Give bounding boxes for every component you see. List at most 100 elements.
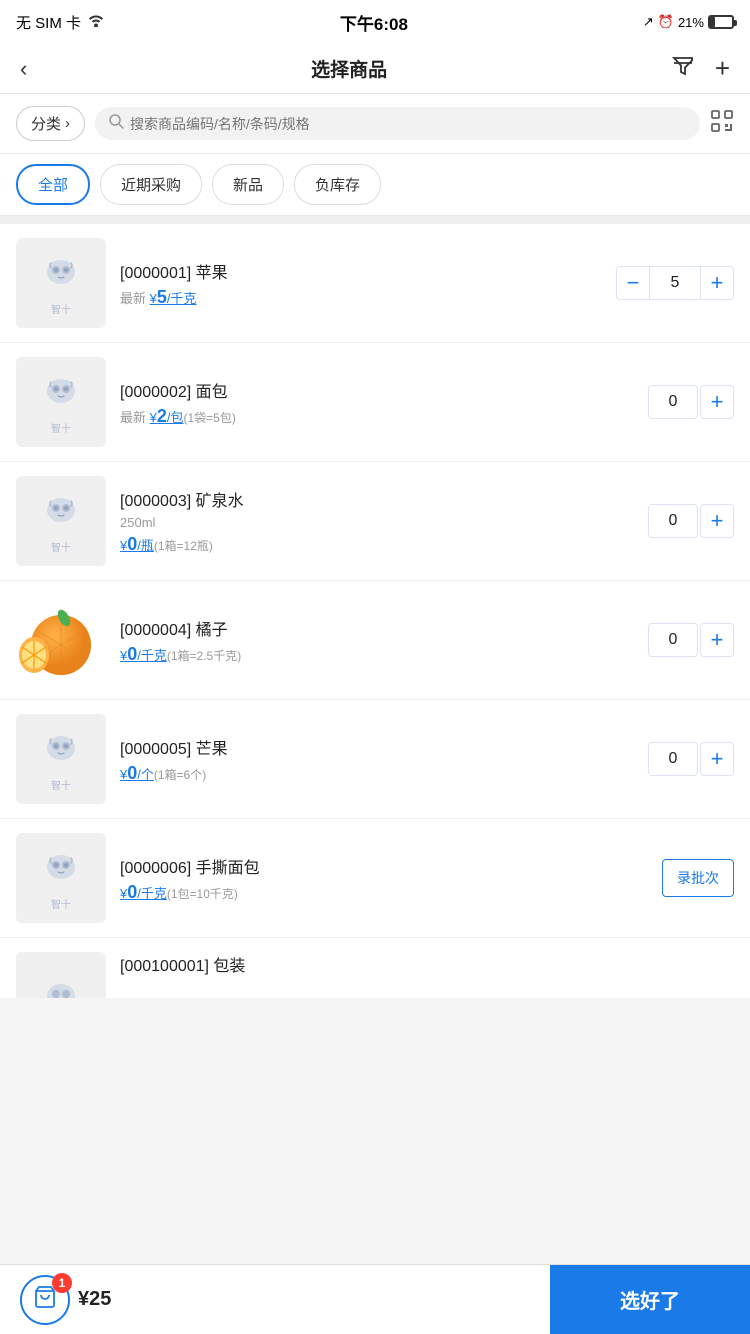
quantity-control: +	[648, 742, 734, 776]
owl-placeholder: 智十	[41, 726, 81, 792]
table-row: 智十 [0000002] 面包 最新 ¥2/包(1袋=5包) +	[0, 343, 750, 462]
carrier-text: 无 SIM 卡	[16, 12, 81, 33]
product-name: [0000006] 手撕面包	[120, 854, 648, 878]
owl-placeholder: 智十	[41, 845, 81, 911]
table-row: 智十 [0000005] 芒果 ¥0/个(1箱=6个) +	[0, 700, 750, 819]
increment-button[interactable]: +	[700, 742, 734, 776]
product-image: 智十	[16, 714, 106, 804]
product-name: [000100001] 包装	[120, 952, 734, 976]
page-title: 选择商品	[311, 55, 387, 82]
product-name: [0000001] 苹果	[120, 259, 602, 283]
brand-label: 智十	[51, 420, 71, 435]
product-image: 智十	[16, 238, 106, 328]
product-image: 智十	[16, 357, 106, 447]
quantity-control: +	[648, 385, 734, 419]
search-input[interactable]	[130, 116, 686, 132]
table-row: [000100001] 包装	[0, 938, 750, 998]
table-row: 智十 [0000003] 矿泉水 250ml ¥0/瓶(1箱=12瓶) +	[0, 462, 750, 581]
battery-percent: 21%	[678, 15, 704, 30]
product-name: [0000005] 芒果	[120, 735, 634, 759]
cart-button[interactable]: 1	[20, 1275, 70, 1325]
filter-icon[interactable]	[671, 54, 695, 84]
category-label: 分类	[31, 113, 61, 134]
product-list: 智十 [0000001] 苹果 最新 ¥5/千克 − + 智十 [000000	[0, 224, 750, 998]
tabs-bar: 全部 近期采购 新品 负库存	[0, 154, 750, 216]
product-image	[16, 595, 106, 685]
owl-placeholder: 智十	[41, 488, 81, 554]
status-right: ↗ ⏰ 21%	[643, 14, 734, 30]
product-info: [0000001] 苹果 最新 ¥5/千克	[120, 259, 602, 308]
owl-placeholder: 智十	[41, 369, 81, 435]
product-info: [0000004] 橘子 ¥0/千克(1箱=2.5千克)	[120, 616, 634, 665]
product-image: 智十	[16, 833, 106, 923]
brand-label: 智十	[51, 539, 71, 554]
back-button[interactable]: ‹	[20, 56, 27, 82]
product-image: 智十	[16, 476, 106, 566]
owl-icon	[41, 369, 81, 416]
product-info: [0000002] 面包 最新 ¥2/包(1袋=5包)	[120, 378, 634, 427]
increment-button[interactable]: +	[700, 266, 734, 300]
owl-icon	[41, 726, 81, 773]
product-price: ¥0/瓶(1箱=12瓶)	[120, 534, 634, 555]
product-name: [0000004] 橘子	[120, 616, 634, 640]
owl-icon	[41, 250, 81, 297]
bottom-bar: 1 ¥25 选好了	[0, 1264, 750, 1334]
product-image	[16, 952, 106, 998]
battery-icon	[708, 15, 734, 29]
owl-placeholder: 智十	[41, 250, 81, 316]
status-left: 无 SIM 卡	[16, 12, 105, 33]
search-icon	[109, 114, 124, 133]
status-bar: 无 SIM 卡 下午6:08 ↗ ⏰ 21%	[0, 0, 750, 44]
nav-actions: +	[671, 53, 730, 84]
divider	[0, 216, 750, 224]
quantity-control: +	[648, 623, 734, 657]
tab-recent[interactable]: 近期采购	[100, 164, 202, 205]
product-name: [0000003] 矿泉水	[120, 487, 634, 511]
owl-icon	[41, 974, 81, 999]
table-row: 智十 [0000001] 苹果 最新 ¥5/千克 − +	[0, 224, 750, 343]
quantity-input[interactable]	[648, 623, 698, 657]
quantity-input[interactable]	[650, 266, 700, 300]
increment-button[interactable]: +	[700, 504, 734, 538]
product-info: [0000005] 芒果 ¥0/个(1箱=6个)	[120, 735, 634, 784]
product-info: [0000003] 矿泉水 250ml ¥0/瓶(1箱=12瓶)	[120, 487, 634, 555]
product-price: 最新 ¥2/包(1袋=5包)	[120, 406, 634, 427]
product-price: ¥0/个(1箱=6个)	[120, 763, 634, 784]
cart-total: ¥25	[78, 1288, 111, 1311]
table-row: [0000004] 橘子 ¥0/千克(1箱=2.5千克) +	[0, 581, 750, 700]
product-info: [000100001] 包装	[120, 952, 734, 980]
confirm-button[interactable]: 选好了	[550, 1265, 750, 1334]
product-price: ¥0/千克(1包=10千克)	[120, 882, 648, 903]
increment-button[interactable]: +	[700, 623, 734, 657]
category-arrow: ›	[65, 115, 70, 132]
product-name: [0000002] 面包	[120, 378, 634, 402]
status-time: 下午6:08	[340, 10, 408, 35]
owl-icon	[41, 845, 81, 892]
wifi-icon	[87, 13, 105, 31]
search-input-wrap	[95, 107, 700, 140]
brand-label: 智十	[51, 301, 71, 316]
search-bar: 分类 ›	[0, 94, 750, 154]
add-icon[interactable]: +	[715, 53, 730, 84]
brand-label: 智十	[51, 896, 71, 911]
brand-label: 智十	[51, 777, 71, 792]
quantity-input[interactable]	[648, 742, 698, 776]
tab-negative[interactable]: 负库存	[294, 164, 381, 205]
cart-section: 1 ¥25	[0, 1275, 550, 1325]
quantity-control: − +	[616, 266, 734, 300]
tab-all[interactable]: 全部	[16, 164, 90, 205]
scan-icon[interactable]	[710, 109, 734, 139]
record-batch-button[interactable]: 录批次	[662, 859, 734, 897]
owl-icon	[41, 488, 81, 535]
decrement-button[interactable]: −	[616, 266, 650, 300]
product-price: ¥0/千克(1箱=2.5千克)	[120, 644, 634, 665]
cart-badge: 1	[52, 1273, 72, 1293]
location-icon: ↗	[643, 14, 654, 30]
category-button[interactable]: 分类 ›	[16, 106, 85, 141]
product-spec: 250ml	[120, 515, 634, 530]
product-info: [0000006] 手撕面包 ¥0/千克(1包=10千克)	[120, 854, 648, 903]
increment-button[interactable]: +	[700, 385, 734, 419]
tab-new[interactable]: 新品	[212, 164, 284, 205]
quantity-input[interactable]	[648, 385, 698, 419]
quantity-input[interactable]	[648, 504, 698, 538]
